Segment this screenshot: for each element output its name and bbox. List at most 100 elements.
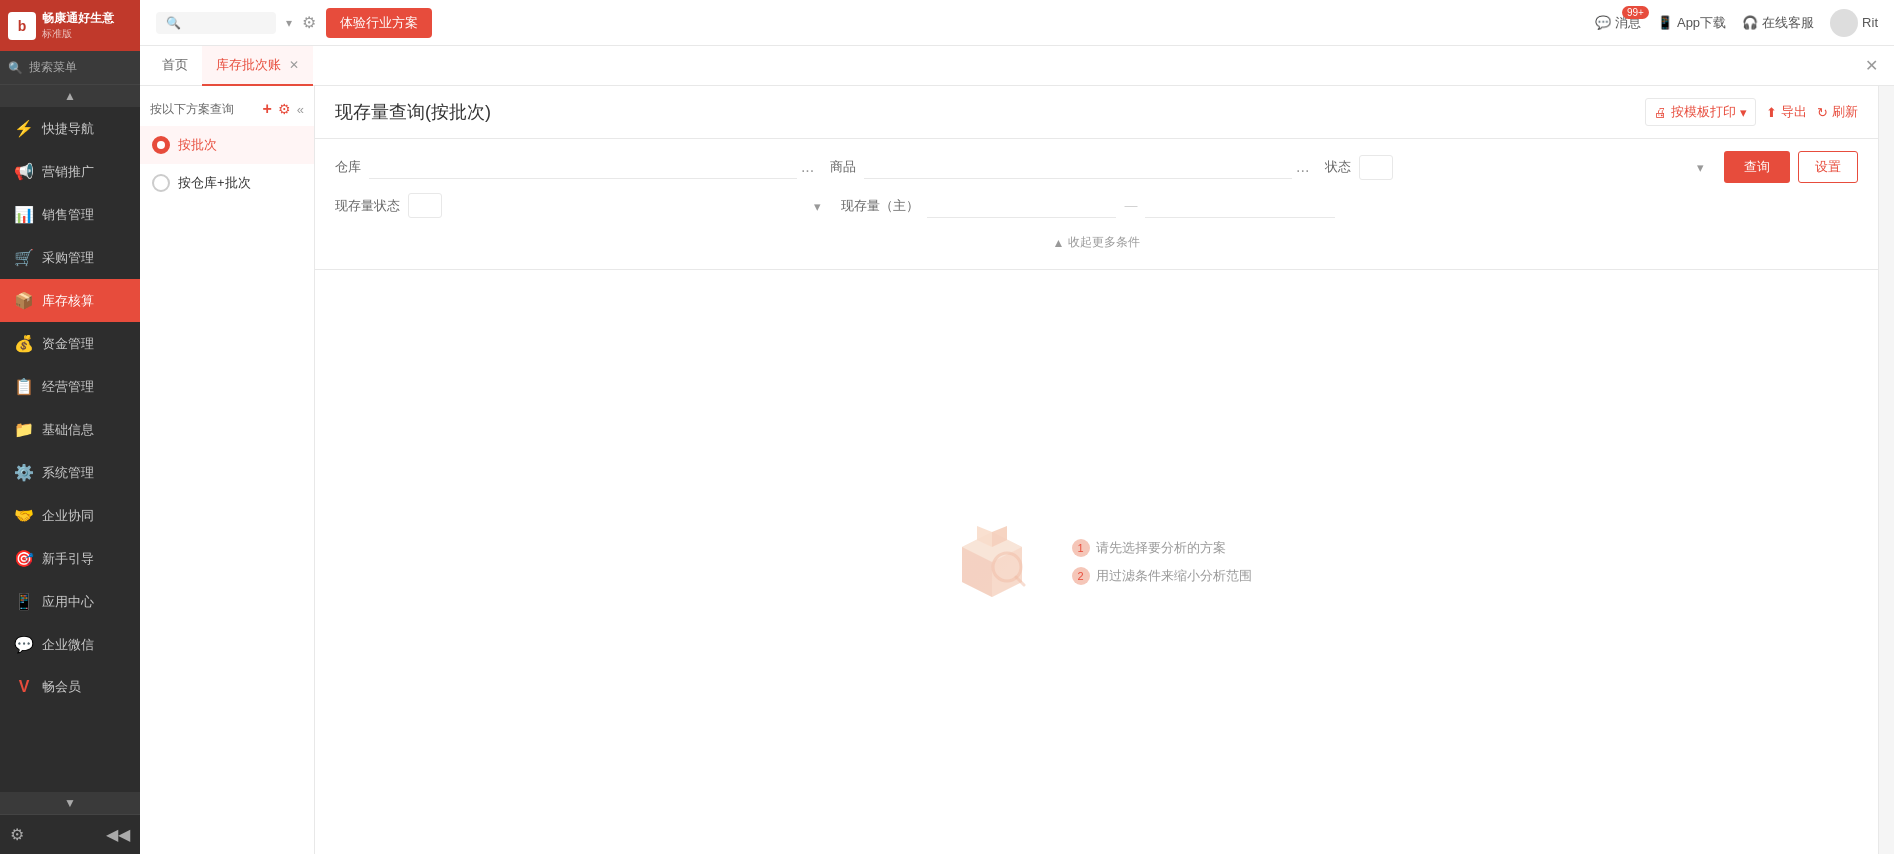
sidebar-item-sales[interactable]: 📊 销售管理 (0, 193, 140, 236)
sidebar-item-enterprise[interactable]: 🤝 企业协同 (0, 494, 140, 537)
sales-icon: 📊 (14, 205, 34, 224)
sidebar: b 畅康通好生意 标准版 🔍 搜索菜单 ▲ ⚡ 快捷导航 📢 营销推广 📊 销售… (0, 0, 140, 854)
query-header: 现存量查询(按批次) 🖨 按模板打印 ▾ ⬆ 导出 ↻ 刷新 (315, 86, 1878, 139)
warehouse-more-btn[interactable]: ... (797, 158, 818, 176)
filter-inventory-quantity: 现存量（主） — (841, 194, 1335, 218)
refresh-btn[interactable]: ↻ 刷新 (1817, 103, 1858, 121)
sidebar-item-system[interactable]: ⚙️ 系统管理 (0, 451, 140, 494)
status-select[interactable] (1359, 155, 1393, 180)
tab-close-icon[interactable]: ✕ (289, 58, 299, 72)
status-label: 状态 (1325, 158, 1351, 176)
message-badge: 99+ (1622, 6, 1649, 19)
tabs-bar: 首页 库存批次账 ✕ ✕ (140, 46, 1894, 86)
scheme-settings-btn[interactable]: ⚙ (278, 101, 291, 117)
empty-state-icon (942, 512, 1042, 612)
app-center-icon: 📱 (14, 592, 34, 611)
sidebar-scroll-down[interactable]: ▼ (0, 792, 140, 814)
tab-batch-account[interactable]: 库存批次账 ✕ (202, 46, 313, 86)
scheme-label-by-warehouse-batch: 按仓库+批次 (178, 174, 251, 192)
scheme-label-by-batch: 按批次 (178, 136, 217, 154)
scheme-item-by-warehouse-batch[interactable]: 按仓库+批次 (140, 164, 314, 202)
page-title: 现存量查询(按批次) (335, 100, 491, 124)
topbar-app-download[interactable]: 📱 App下载 (1657, 14, 1726, 32)
query-panel: 现存量查询(按批次) 🖨 按模板打印 ▾ ⬆ 导出 ↻ 刷新 (315, 86, 1878, 854)
add-scheme-btn[interactable]: + (262, 100, 271, 118)
marketing-icon: 📢 (14, 162, 34, 181)
sidebar-item-newbie[interactable]: 🎯 新手引导 (0, 537, 140, 580)
topbar-search-icon: 🔍 (166, 16, 181, 30)
app-title: 畅康通好生意 标准版 (42, 10, 114, 41)
inventory-quantity-from[interactable] (927, 194, 1116, 218)
sidebar-item-purchase[interactable]: 🛒 采购管理 (0, 236, 140, 279)
inventory-status-select[interactable] (408, 193, 442, 218)
finance-icon: 💰 (14, 334, 34, 353)
product-input[interactable] (864, 155, 1292, 179)
scheme-dot-active (152, 136, 170, 154)
tabs-close-all[interactable]: ✕ (1857, 56, 1886, 75)
topbar-actions: 💬 消息 99+ 📱 App下载 🎧 在线客服 Rit (1595, 9, 1878, 37)
sidebar-footer: ⚙ ◀◀ (0, 814, 140, 854)
status-select-wrapper (1359, 155, 1712, 180)
scheme-dot-inner (157, 141, 165, 149)
print-dropdown-arrow[interactable]: ▾ (1740, 105, 1747, 120)
panel-collapse-btn[interactable]: « (297, 102, 304, 117)
user-avatar (1830, 9, 1858, 37)
product-label: 商品 (830, 158, 856, 176)
sidebar-item-inventory[interactable]: 📦 库存核算 (0, 279, 140, 322)
query-btn[interactable]: 查询 (1724, 151, 1790, 183)
basic-icon: 📁 (14, 420, 34, 439)
export-btn[interactable]: ⬆ 导出 (1766, 103, 1807, 121)
sidebar-settings-icon[interactable]: ⚙ (10, 825, 24, 844)
sidebar-search[interactable]: 🔍 搜索菜单 (0, 51, 140, 85)
product-more-btn[interactable]: ... (1292, 158, 1313, 176)
sidebar-item-operation[interactable]: 📋 经营管理 (0, 365, 140, 408)
warehouse-input[interactable] (369, 155, 797, 179)
app-download-icon: 📱 (1657, 15, 1673, 30)
sidebar-header: b 畅康通好生意 标准版 (0, 0, 140, 51)
sidebar-item-basic[interactable]: 📁 基础信息 (0, 408, 140, 451)
experience-btn[interactable]: 体验行业方案 (326, 8, 432, 38)
empty-tip-1: 1 请先选择要分析的方案 (1072, 539, 1252, 557)
settings-btn[interactable]: 设置 (1798, 151, 1858, 183)
panel-header-actions: + ⚙ « (262, 100, 304, 118)
sidebar-item-member[interactable]: V 畅会员 (0, 666, 140, 708)
topbar-dropdown-arrow[interactable]: ▾ (286, 16, 292, 30)
filter-product: 商品 ... (830, 155, 1313, 179)
system-icon: ⚙️ (14, 463, 34, 482)
sidebar-item-finance[interactable]: 💰 资金管理 (0, 322, 140, 365)
tip-text-1: 请先选择要分析的方案 (1096, 539, 1226, 557)
query-header-actions: 🖨 按模板打印 ▾ ⬆ 导出 ↻ 刷新 (1645, 98, 1858, 126)
panel-header-label: 按以下方案查询 (150, 101, 234, 118)
empty-tips: 1 请先选择要分析的方案 2 用过滤条件来缩小分析范围 (1072, 539, 1252, 585)
collapse-more-btn[interactable]: ▲ 收起更多条件 (335, 228, 1858, 257)
message-icon: 💬 (1595, 15, 1611, 30)
topbar-user[interactable]: Rit (1830, 9, 1878, 37)
sidebar-item-app-center[interactable]: 📱 应用中心 (0, 580, 140, 623)
inventory-quantity-to[interactable] (1145, 194, 1334, 218)
sidebar-item-enterprise-wechat[interactable]: 💬 企业微信 (0, 623, 140, 666)
panel-header: 按以下方案查询 + ⚙ « (140, 96, 314, 126)
warehouse-label: 仓库 (335, 158, 361, 176)
print-template-btn[interactable]: 🖨 按模板打印 ▾ (1645, 98, 1756, 126)
member-icon: V (14, 678, 34, 696)
topbar: 🔍 ▾ ⚙ 体验行业方案 💬 消息 99+ 📱 App下载 🎧 在线客服 Rit (140, 0, 1894, 46)
inventory-status-label: 现存量状态 (335, 197, 400, 215)
sidebar-item-quick-nav[interactable]: ⚡ 快捷导航 (0, 107, 140, 150)
filter-actions: 查询 设置 (1724, 151, 1858, 183)
quick-nav-icon: ⚡ (14, 119, 34, 138)
topbar-settings-icon[interactable]: ⚙ (302, 13, 316, 32)
topbar-search-area[interactable]: 🔍 (156, 12, 276, 34)
scheme-dot-inactive (152, 174, 170, 192)
inventory-quantity-label: 现存量（主） (841, 197, 919, 215)
tab-home[interactable]: 首页 (148, 46, 202, 86)
empty-tip-2: 2 用过滤条件来缩小分析范围 (1072, 567, 1252, 585)
print-icon: 🖨 (1654, 105, 1667, 120)
scheme-item-by-batch[interactable]: 按批次 (140, 126, 314, 164)
left-panel: 按以下方案查询 + ⚙ « 按批次 按仓库+批次 (140, 86, 315, 854)
sidebar-collapse-icon[interactable]: ◀◀ (106, 825, 130, 844)
topbar-message[interactable]: 💬 消息 99+ (1595, 14, 1641, 32)
collapse-label: 收起更多条件 (1068, 234, 1140, 251)
topbar-online-service[interactable]: 🎧 在线客服 (1742, 14, 1814, 32)
sidebar-scroll-up[interactable]: ▲ (0, 85, 140, 107)
sidebar-item-marketing[interactable]: 📢 营销推广 (0, 150, 140, 193)
